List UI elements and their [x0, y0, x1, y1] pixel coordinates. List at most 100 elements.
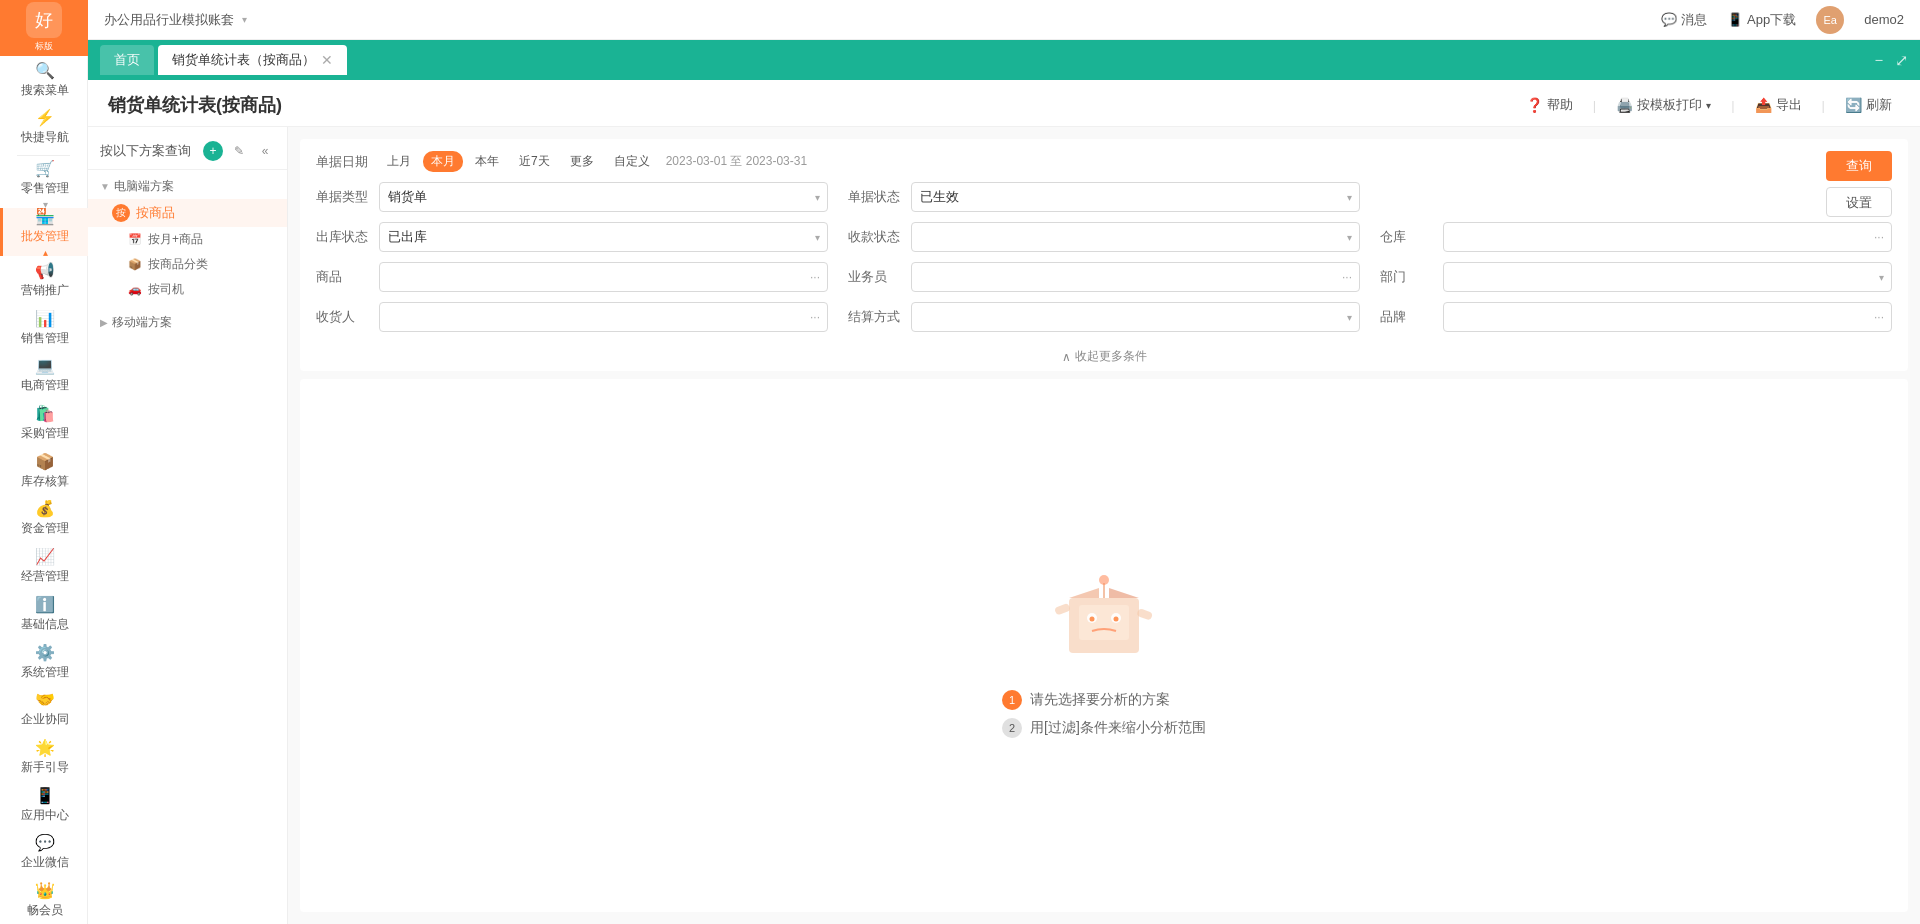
product-dots[interactable]: ···: [810, 270, 820, 284]
industry-dropdown-arrow[interactable]: ▾: [242, 14, 247, 25]
sidebar-item-marketing[interactable]: 📢 营销推广: [0, 256, 88, 304]
tab-maximize-btn[interactable]: ⤢: [1895, 51, 1908, 70]
export-btn[interactable]: 📤 导出: [1747, 92, 1810, 118]
sales-icon: 📊: [35, 309, 55, 328]
sidebar-item-ecommerce[interactable]: 💻 电商管理: [0, 351, 88, 399]
filter-cell-receiver: 收货人 ···: [316, 302, 828, 332]
doc-status-select[interactable]: 已生效: [911, 182, 1360, 212]
sidebar-item-label: 电商管理: [21, 377, 69, 394]
query-button[interactable]: 查询: [1826, 151, 1892, 181]
collapse-panel-btn[interactable]: «: [255, 141, 275, 161]
operations-icon: 📈: [35, 547, 55, 566]
tree-item-by-month-product[interactable]: 📅 按月+商品: [88, 227, 287, 252]
tab-minimize-btn[interactable]: －: [1871, 50, 1887, 71]
print-dropdown-arrow[interactable]: ▾: [1706, 100, 1711, 111]
svg-point-5: [1114, 617, 1119, 622]
sidebar-divider: [17, 155, 69, 156]
doc-status-content: 已生效 ▾: [911, 182, 1360, 212]
sidebar-item-finance[interactable]: 💰 资金管理: [0, 495, 88, 543]
sidebar-item-label: 畅会员: [27, 902, 63, 919]
top-header: 办公用品行业模拟账套 ▾ 💬 消息 📱 App下载 Ea demo2: [88, 0, 1920, 40]
doc-status-label: 单据状态: [848, 188, 903, 206]
sidebar-item-wholesale[interactable]: 🏪 批发管理 ▴: [0, 208, 88, 256]
salesperson-dots[interactable]: ···: [1342, 270, 1352, 284]
sidebar-item-enterprise-wechat[interactable]: 💬 企业微信: [0, 829, 88, 877]
sidebar-item-operations[interactable]: 📈 经营管理: [0, 542, 88, 590]
sidebar-item-system[interactable]: ⚙️ 系统管理: [0, 638, 88, 686]
sidebar-item-member[interactable]: 👑 畅会员: [0, 876, 88, 924]
industry-label: 办公用品行业模拟账套: [104, 11, 234, 29]
warehouse-dots[interactable]: ···: [1874, 230, 1884, 244]
basic-icon: ℹ️: [35, 595, 55, 614]
date-tab-this-year[interactable]: 本年: [467, 151, 507, 172]
payment-select[interactable]: [911, 302, 1360, 332]
help-icon: ❓: [1526, 97, 1543, 113]
collab-icon: 🤝: [35, 690, 55, 709]
out-status-select[interactable]: 已出库: [379, 222, 828, 252]
avatar-text: Ea: [1824, 14, 1837, 26]
user-avatar[interactable]: Ea: [1816, 6, 1844, 34]
tree-item-by-category[interactable]: 📦 按商品分类: [88, 252, 287, 277]
sidebar-item-enterprise-collab[interactable]: 🤝 企业协同: [0, 685, 88, 733]
collapse-label: 收起更多条件: [1075, 348, 1147, 365]
receiver-input[interactable]: [379, 302, 828, 332]
add-scheme-btn[interactable]: +: [203, 141, 223, 161]
refresh-btn[interactable]: 🔄 刷新: [1837, 92, 1900, 118]
tree-item-by-driver[interactable]: 🚗 按司机: [88, 277, 287, 302]
sidebar-item-inventory[interactable]: 📦 库存核算: [0, 447, 88, 495]
retail-icon: 🛒: [35, 159, 55, 178]
product-input[interactable]: [379, 262, 828, 292]
sidebar-item-sales[interactable]: 📊 销售管理: [0, 304, 88, 352]
nav-icon: ⚡: [35, 108, 55, 127]
tab-close-icon[interactable]: ✕: [321, 53, 333, 67]
filter-cell-brand: 品牌 ···: [1380, 302, 1892, 332]
tree-section-pc-header[interactable]: ▼ 电脑端方案: [88, 174, 287, 199]
sidebar-item-label: 库存核算: [21, 473, 69, 490]
filter-cell-doc-status: 单据状态 已生效 ▾: [848, 182, 1360, 212]
filter-container: 单据日期 上月 本月 本年 近7天 更多 自定义 2023-03-01 至 20…: [300, 139, 1908, 371]
sidebar-item-basic[interactable]: ℹ️ 基础信息: [0, 590, 88, 638]
brand-input[interactable]: [1443, 302, 1892, 332]
doc-type-content: 销货单 ▾: [379, 182, 828, 212]
print-btn[interactable]: 🖨️ 按模板打印 ▾: [1608, 92, 1719, 118]
sidebar-item-quick-nav[interactable]: ⚡ 快捷导航: [0, 103, 88, 151]
left-panel: 按以下方案查询 + ✎ « ▼ 电脑端方案 按: [88, 127, 288, 924]
tab-home[interactable]: 首页: [100, 45, 154, 75]
receiver-dots[interactable]: ···: [810, 310, 820, 324]
filter-cell-doc-type: 单据类型 销货单 ▾: [316, 182, 828, 212]
tree-item-by-month-product-label: 按月+商品: [148, 231, 203, 248]
department-select[interactable]: [1443, 262, 1892, 292]
salesperson-input[interactable]: [911, 262, 1360, 292]
date-tab-more[interactable]: 更多: [562, 151, 602, 172]
date-tab-this-month[interactable]: 本月: [423, 151, 463, 172]
collect-status-select[interactable]: [911, 222, 1360, 252]
product-label: 商品: [316, 268, 371, 286]
message-btn[interactable]: 💬 消息: [1661, 11, 1707, 29]
collapse-bar[interactable]: ∧ 收起更多条件: [316, 342, 1892, 371]
app-logo[interactable]: 好 标版: [0, 0, 88, 56]
filter-grid-row2: 出库状态 已出库 ▾ 收款状态: [316, 222, 1892, 262]
help-btn[interactable]: ❓ 帮助: [1518, 92, 1581, 118]
app-download-btn[interactable]: 📱 App下载: [1727, 11, 1796, 29]
date-tab-last-month[interactable]: 上月: [379, 151, 419, 172]
tree-section-mobile-header[interactable]: ▶ 移动端方案: [88, 310, 287, 335]
tab-sales-stats[interactable]: 销货单统计表（按商品） ✕: [158, 45, 347, 75]
brand-dots[interactable]: ···: [1874, 310, 1884, 324]
sidebar-item-retail[interactable]: 🛒 零售管理 ▾: [0, 160, 88, 208]
edit-scheme-btn[interactable]: ✎: [229, 141, 249, 161]
filter-cell-warehouse: 仓库 ···: [1380, 222, 1892, 252]
step2-text: 用[过滤]条件来缩小分析范围: [1030, 719, 1206, 737]
sidebar-item-app-center[interactable]: 📱 应用中心: [0, 781, 88, 829]
doc-type-select[interactable]: 销货单: [379, 182, 828, 212]
warehouse-input[interactable]: [1443, 222, 1892, 252]
tab-home-label: 首页: [114, 51, 140, 69]
setting-button[interactable]: 设置: [1826, 187, 1892, 217]
sidebar-item-purchase[interactable]: 🛍️ 采购管理: [0, 399, 88, 447]
page-container: 销货单统计表(按商品) ❓ 帮助 | 🖨️ 按模板打印 ▾ | 📤: [88, 80, 1920, 924]
tree-item-by-product-label: 按商品: [136, 204, 175, 222]
sidebar-item-newbie[interactable]: 🌟 新手引导: [0, 733, 88, 781]
sidebar-item-search[interactable]: 🔍 搜索菜单: [0, 56, 88, 104]
tree-item-by-product[interactable]: 按 按商品: [88, 199, 287, 227]
date-tab-last7[interactable]: 近7天: [511, 151, 558, 172]
date-tab-custom[interactable]: 自定义: [606, 151, 658, 172]
